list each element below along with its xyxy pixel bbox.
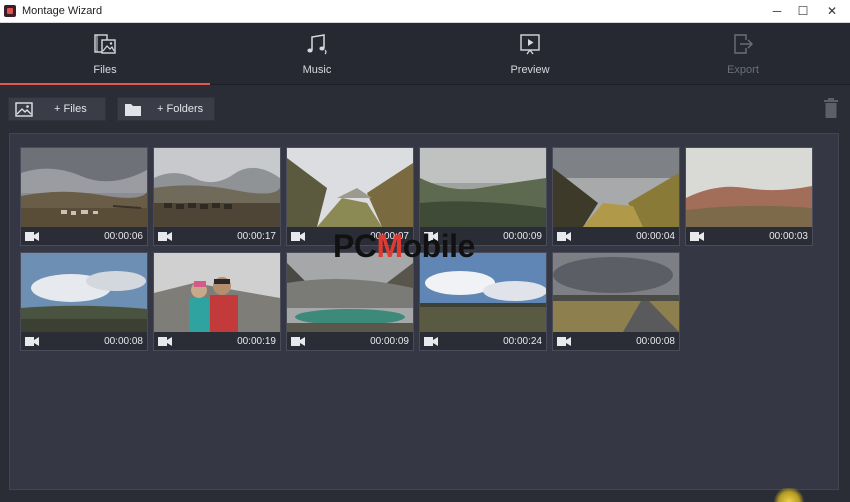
close-button[interactable]: ✕ (815, 0, 849, 23)
clip-thumbnail (553, 148, 679, 227)
window-title: Montage Wizard (22, 5, 103, 17)
clip-meta: 00:00:06 (21, 227, 147, 245)
video-camera-icon (25, 232, 39, 241)
music-icon (307, 34, 327, 55)
video-camera-icon (291, 337, 305, 346)
clip-meta: 00:00:19 (154, 332, 280, 350)
clip-card[interactable]: 00:00:17 (153, 147, 281, 246)
video-camera-icon (424, 337, 438, 346)
tab-files[interactable]: Files (0, 23, 210, 85)
watermark-text-right: obile (402, 228, 476, 264)
clip-duration: 00:00:24 (503, 336, 542, 347)
add-files-button[interactable]: + Files (8, 97, 106, 121)
clip-duration: 00:00:04 (636, 231, 675, 242)
clip-meta: 00:00:09 (287, 332, 413, 350)
watermark: PCMobile (333, 228, 475, 270)
tab-preview[interactable]: Preview (425, 23, 635, 85)
add-files-label: + Files (54, 103, 87, 115)
clip-duration: 00:00:08 (104, 336, 143, 347)
tab-export[interactable]: Export (638, 23, 848, 85)
export-icon (734, 34, 753, 54)
video-camera-icon (557, 337, 571, 346)
clip-meta: 00:00:08 (553, 332, 679, 350)
clip-meta: 00:00:17 (154, 227, 280, 245)
video-camera-icon (291, 232, 305, 241)
media-panel: 00:00:06 00:00:17 00:00:07 00:00:09 00:0… (9, 133, 839, 490)
clip-thumbnail (553, 253, 679, 332)
clip-thumbnail (154, 148, 280, 227)
clip-thumbnail (420, 148, 546, 227)
clip-duration: 00:00:06 (104, 231, 143, 242)
clip-thumbnail (154, 253, 280, 332)
files-icon (94, 34, 116, 54)
tab-music-label: Music (302, 64, 332, 76)
watermark-text-accent: M (376, 228, 403, 264)
watermark-text-left: PC (333, 228, 377, 264)
folder-icon (125, 104, 141, 116)
clip-duration: 00:00:19 (237, 336, 276, 347)
clip-duration: 00:00:17 (237, 231, 276, 242)
title-bar: Montage Wizard ─ ☐ ✕ (0, 0, 850, 23)
image-icon (15, 102, 33, 117)
video-camera-icon (25, 337, 39, 346)
app-logo-icon (4, 5, 16, 17)
tab-music[interactable]: Music (212, 23, 422, 85)
clip-card[interactable]: 00:00:03 (685, 147, 813, 246)
tab-export-label: Export (727, 64, 759, 76)
clip-thumbnail (686, 148, 812, 227)
clip-thumbnail (21, 253, 147, 332)
action-bar: + Files + Folders (0, 85, 850, 131)
main-tabs: Files Music Preview Export (0, 23, 850, 85)
clip-card[interactable]: 00:00:08 (20, 252, 148, 351)
clip-meta: 00:00:03 (686, 227, 812, 245)
preview-icon (520, 34, 540, 55)
add-folders-label: + Folders (157, 103, 204, 115)
clip-meta: 00:00:04 (553, 227, 679, 245)
video-camera-icon (158, 337, 172, 346)
clip-duration: 00:00:03 (769, 231, 808, 242)
video-camera-icon (158, 232, 172, 241)
clip-card[interactable]: 00:00:04 (552, 147, 680, 246)
tab-files-label: Files (93, 64, 117, 76)
video-camera-icon (557, 232, 571, 241)
clip-duration: 00:00:09 (370, 336, 409, 347)
clip-duration: 00:00:09 (503, 231, 542, 242)
clip-card[interactable]: 00:00:19 (153, 252, 281, 351)
clip-card[interactable]: 00:00:08 (552, 252, 680, 351)
clip-duration: 00:00:08 (636, 336, 675, 347)
clip-thumbnail (287, 148, 413, 227)
add-folders-button[interactable]: + Folders (117, 97, 215, 121)
clip-meta: 00:00:24 (420, 332, 546, 350)
clip-meta: 00:00:08 (21, 332, 147, 350)
clip-card[interactable]: 00:00:06 (20, 147, 148, 246)
trash-icon[interactable] (824, 98, 838, 118)
clip-thumbnail (21, 148, 147, 227)
video-camera-icon (690, 232, 704, 241)
tab-preview-label: Preview (510, 64, 550, 76)
